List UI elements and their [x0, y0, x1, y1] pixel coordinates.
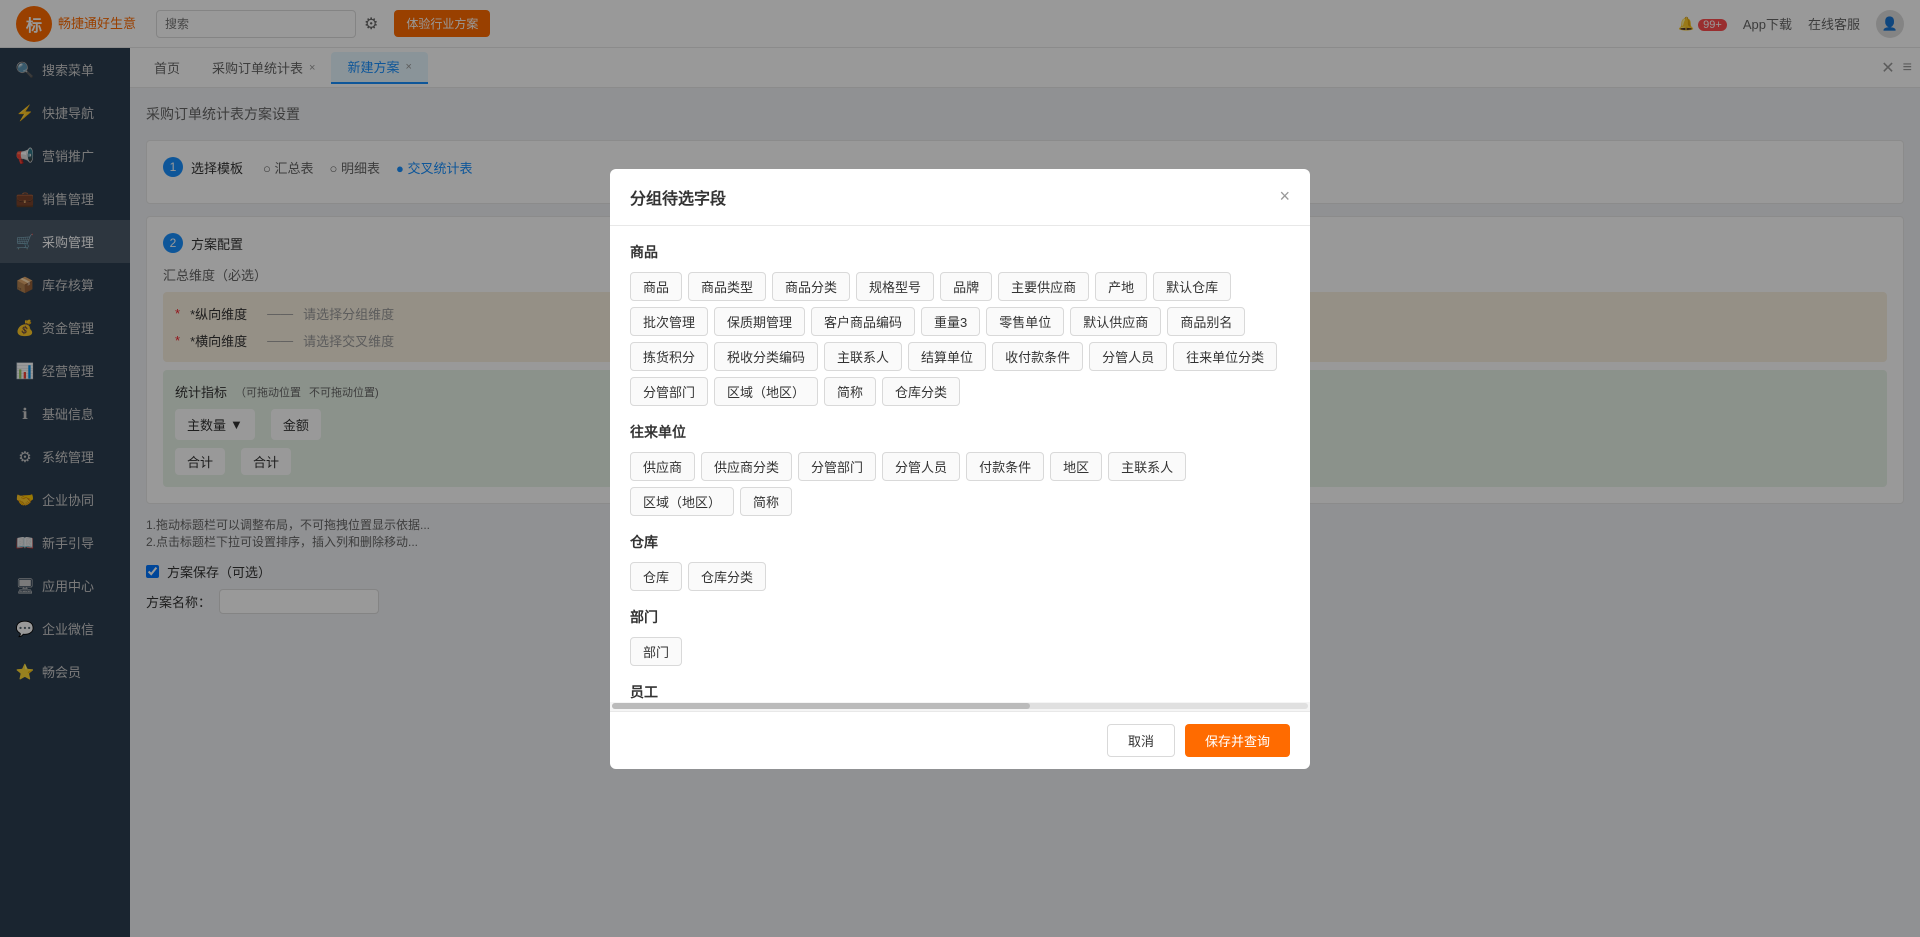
- tag-product-alias[interactable]: 商品别名: [1167, 307, 1245, 336]
- modal-body: 商品 商品 商品类型 商品分类 规格型号 品牌 主要供应商 产地 默认仓库 批次…: [610, 226, 1310, 703]
- tag-supplier[interactable]: 供应商: [630, 452, 695, 481]
- section-employee: 员工 业务员: [630, 682, 1290, 703]
- tag-manager[interactable]: 分管人员: [1089, 342, 1167, 371]
- section-employee-title: 员工: [630, 682, 1290, 702]
- section-product-title: 商品: [630, 242, 1290, 262]
- tag-dept[interactable]: 分管部门: [630, 377, 708, 406]
- tag-brand[interactable]: 品牌: [940, 272, 992, 301]
- tag-customer-code[interactable]: 客户商品编码: [811, 307, 915, 336]
- section-department: 部门 部门: [630, 607, 1290, 666]
- tag-default-supplier[interactable]: 默认供应商: [1070, 307, 1161, 336]
- section-warehouse-title: 仓库: [630, 532, 1290, 552]
- tag-manage-dept[interactable]: 分管部门: [798, 452, 876, 481]
- tag-main-contact[interactable]: 主联系人: [824, 342, 902, 371]
- tag-payment-cond[interactable]: 付款条件: [966, 452, 1044, 481]
- section-dept-title: 部门: [630, 607, 1290, 627]
- modal-footer: 取消 保存并查询: [610, 711, 1310, 769]
- modal-header: 分组待选字段 ×: [610, 169, 1310, 226]
- section-product-tags: 商品 商品类型 商品分类 规格型号 品牌 主要供应商 产地 默认仓库 批次管理 …: [630, 272, 1290, 406]
- section-warehouse: 仓库 仓库 仓库分类: [630, 532, 1290, 591]
- modal-overlay: 分组待选字段 × 商品 商品 商品类型 商品分类 规格型号 品牌 主要供应商 产…: [0, 0, 1920, 937]
- tag-shelf-life[interactable]: 保质期管理: [714, 307, 805, 336]
- tag-supplier-category[interactable]: 供应商分类: [701, 452, 792, 481]
- tag-settlement-unit[interactable]: 结算单位: [908, 342, 986, 371]
- tag-abbr[interactable]: 简称: [740, 487, 792, 516]
- tag-short-name[interactable]: 简称: [824, 377, 876, 406]
- modal-title: 分组待选字段: [630, 185, 726, 209]
- tag-area[interactable]: 地区: [1050, 452, 1102, 481]
- tag-warehouse[interactable]: 仓库: [630, 562, 682, 591]
- scrollbar-thumb[interactable]: [612, 703, 1030, 709]
- tag-tax-code[interactable]: 税收分类编码: [714, 342, 818, 371]
- tag-wh-category[interactable]: 仓库分类: [688, 562, 766, 591]
- field-select-modal: 分组待选字段 × 商品 商品 商品类型 商品分类 规格型号 品牌 主要供应商 产…: [610, 169, 1310, 769]
- modal-close-button[interactable]: ×: [1279, 186, 1290, 207]
- cancel-button[interactable]: 取消: [1107, 724, 1175, 757]
- tag-product[interactable]: 商品: [630, 272, 682, 301]
- tag-manage-staff[interactable]: 分管人员: [882, 452, 960, 481]
- tag-product-category[interactable]: 商品分类: [772, 272, 850, 301]
- tag-pick-points[interactable]: 拣货积分: [630, 342, 708, 371]
- tag-origin[interactable]: 产地: [1095, 272, 1147, 301]
- confirm-button[interactable]: 保存并查询: [1185, 724, 1290, 757]
- tag-region[interactable]: 区域（地区）: [714, 377, 818, 406]
- tag-spec-model[interactable]: 规格型号: [856, 272, 934, 301]
- tag-main-contact2[interactable]: 主联系人: [1108, 452, 1186, 481]
- tag-main-supplier[interactable]: 主要供应商: [998, 272, 1089, 301]
- scrollbar-track: [612, 703, 1308, 709]
- tag-payment-terms[interactable]: 收付款条件: [992, 342, 1083, 371]
- tag-partner-category[interactable]: 往来单位分类: [1173, 342, 1277, 371]
- tag-batch-mgmt[interactable]: 批次管理: [630, 307, 708, 336]
- tag-region2[interactable]: 区域（地区）: [630, 487, 734, 516]
- modal-horizontal-scrollbar[interactable]: [610, 702, 1310, 710]
- tag-product-type[interactable]: 商品类型: [688, 272, 766, 301]
- section-dept-tags: 部门: [630, 637, 1290, 666]
- tag-default-warehouse[interactable]: 默认仓库: [1153, 272, 1231, 301]
- tag-department[interactable]: 部门: [630, 637, 682, 666]
- tag-warehouse-category[interactable]: 仓库分类: [882, 377, 960, 406]
- tag-retail-unit[interactable]: 零售单位: [986, 307, 1064, 336]
- section-partner-title: 往来单位: [630, 422, 1290, 442]
- tag-weight3[interactable]: 重量3: [921, 307, 980, 336]
- section-product: 商品 商品 商品类型 商品分类 规格型号 品牌 主要供应商 产地 默认仓库 批次…: [630, 242, 1290, 406]
- section-partner-tags: 供应商 供应商分类 分管部门 分管人员 付款条件 地区 主联系人 区域（地区） …: [630, 452, 1290, 516]
- section-warehouse-tags: 仓库 仓库分类: [630, 562, 1290, 591]
- section-partner: 往来单位 供应商 供应商分类 分管部门 分管人员 付款条件 地区 主联系人 区域…: [630, 422, 1290, 516]
